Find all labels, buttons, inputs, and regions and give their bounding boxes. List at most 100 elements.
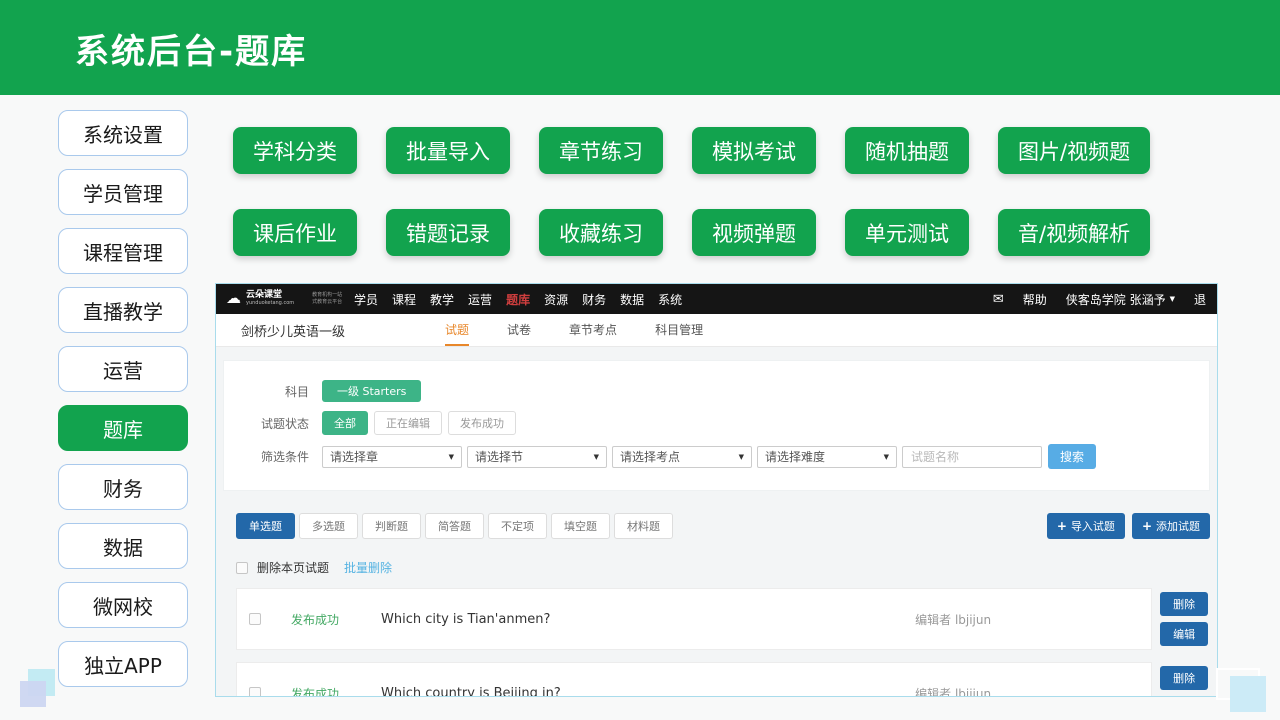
status-all-button[interactable]: 全部	[322, 411, 368, 435]
sidebar-item-data[interactable]: 数据	[58, 523, 188, 569]
feature-random-questions[interactable]: 随机抽题	[845, 127, 969, 174]
nav-item-operations[interactable]: 运营	[468, 291, 492, 308]
feature-homework[interactable]: 课后作业	[233, 209, 357, 256]
filter-panel: 科目 一级 Starters 试题状态 全部 正在编辑 发布成功 筛选条件 请选…	[223, 360, 1210, 491]
messages-envelope-icon[interactable]: ✉	[993, 292, 1004, 307]
status-editing-button[interactable]: 正在编辑	[374, 411, 442, 435]
sidebar-item-finance[interactable]: 财务	[58, 464, 188, 510]
feature-video-popup-questions[interactable]: 视频弹题	[692, 209, 816, 256]
question-name-input[interactable]	[902, 446, 1042, 468]
feature-wrong-question-record[interactable]: 错题记录	[386, 209, 510, 256]
qtype-fill-blank[interactable]: 填空题	[551, 513, 610, 539]
tab-chapter-points[interactable]: 章节考点	[569, 314, 617, 346]
batch-delete-link[interactable]: 批量删除	[344, 559, 392, 576]
question-actions: + 导入试题 + 添加试题	[1047, 513, 1210, 539]
feature-favorite-practice[interactable]: 收藏练习	[539, 209, 663, 256]
sidebar-item-live-teaching[interactable]: 直播教学	[58, 287, 188, 333]
search-button[interactable]: 搜索	[1048, 444, 1096, 469]
status-badge: 发布成功	[291, 685, 339, 698]
chevron-down-icon: ▼	[884, 453, 889, 461]
feature-batch-import[interactable]: 批量导入	[386, 127, 510, 174]
question-type-row: 单选题 多选题 判断题 简答题 不定项 填空题 材料题 + 导入试题 + 添加试…	[223, 513, 1210, 539]
nav-item-question-bank[interactable]: 题库	[506, 291, 530, 308]
sidebar-item-student-management[interactable]: 学员管理	[58, 169, 188, 215]
sidebar-item-question-bank[interactable]: 题库	[58, 405, 188, 451]
sidebar-item-standalone-app[interactable]: 独立APP	[58, 641, 188, 687]
nav-item-students[interactable]: 学员	[354, 291, 378, 308]
feature-mock-exam[interactable]: 模拟考试	[692, 127, 816, 174]
feature-chapter-practice[interactable]: 章节练习	[539, 127, 663, 174]
page-title: 系统后台-题库	[75, 24, 307, 73]
delete-page-label: 删除本页试题	[257, 559, 329, 576]
question-editor: 编辑者 lbjijun	[915, 611, 991, 628]
feature-unit-test[interactable]: 单元测试	[845, 209, 969, 256]
app-top-nav: ☁ 云朵课堂 yunduoketang.com 教育机构一站 式教育云平台 学员…	[216, 284, 1217, 314]
sidebar: 系统设置 学员管理 课程管理 直播教学 运营 题库 财务 数据 微网校 独立AP…	[58, 110, 188, 700]
nav-item-courses[interactable]: 课程	[392, 291, 416, 308]
nav-item-resources[interactable]: 资源	[544, 291, 568, 308]
tab-questions[interactable]: 试题	[445, 314, 469, 346]
subject-label: 科目	[224, 383, 309, 400]
import-questions-button[interactable]: + 导入试题	[1047, 513, 1125, 539]
edit-button[interactable]: 编辑	[1160, 622, 1208, 646]
app-body: 科目 一级 Starters 试题状态 全部 正在编辑 发布成功 筛选条件 请选…	[216, 347, 1217, 697]
feature-buttons: 学科分类 批量导入 章节练习 模拟考试 随机抽题 图片/视频题 课后作业 错题记…	[233, 127, 1223, 256]
nav-item-data[interactable]: 数据	[620, 291, 644, 308]
qtype-single-choice[interactable]: 单选题	[236, 513, 295, 539]
sidebar-item-course-management[interactable]: 课程管理	[58, 228, 188, 274]
add-question-button[interactable]: + 添加试题	[1132, 513, 1210, 539]
sidebar-item-operations[interactable]: 运营	[58, 346, 188, 392]
nav-item-teaching[interactable]: 教学	[430, 291, 454, 308]
logout-link[interactable]: 退出	[1194, 291, 1207, 308]
chapter-select[interactable]: 请选择章 ▼	[322, 446, 462, 468]
delete-button[interactable]: 删除	[1160, 592, 1208, 616]
user-menu[interactable]: 侠客岛学院 张涵予 ▼	[1066, 291, 1175, 308]
chevron-down-icon: ▼	[449, 453, 454, 461]
condition-label: 筛选条件	[224, 448, 309, 465]
cloud-logo-icon: ☁	[226, 291, 241, 306]
status-published-button[interactable]: 发布成功	[448, 411, 516, 435]
filter-row-status: 试题状态 全部 正在编辑 发布成功	[224, 411, 1209, 435]
tab-papers[interactable]: 试卷	[507, 314, 531, 346]
status-badge: 发布成功	[291, 611, 339, 628]
section-select[interactable]: 请选择节 ▼	[467, 446, 607, 468]
question-card: 发布成功 Which country is Beijing in? 编辑者 lb…	[236, 662, 1152, 697]
feature-audio-video-analysis[interactable]: 音/视频解析	[998, 209, 1150, 256]
chevron-down-icon: ▼	[739, 453, 744, 461]
qtype-material[interactable]: 材料题	[614, 513, 673, 539]
row-action-buttons: 删除 编辑	[1152, 588, 1210, 650]
logo-slogan-line1: 教育机构一站	[312, 292, 342, 298]
feature-row-1: 学科分类 批量导入 章节练习 模拟考试 随机抽题 图片/视频题	[233, 127, 1223, 174]
sidebar-item-system-settings[interactable]: 系统设置	[58, 110, 188, 156]
nav-item-system[interactable]: 系统	[658, 291, 682, 308]
app-subnav: 剑桥少儿英语一级 试题 试卷 章节考点 科目管理	[216, 314, 1217, 347]
question-editor: 编辑者 lbjijun	[915, 685, 991, 698]
edit-button[interactable]: 编辑	[1160, 696, 1208, 697]
course-name: 剑桥少儿英语一级	[241, 321, 345, 340]
difficulty-select[interactable]: 请选择难度 ▼	[757, 446, 897, 468]
qtype-true-false[interactable]: 判断题	[362, 513, 421, 539]
logo-slogan: 教育机构一站 式教育云平台	[312, 292, 342, 305]
decor-square	[20, 681, 46, 707]
subject-tag-level1-starters[interactable]: 一级 Starters	[322, 380, 421, 402]
nav-item-finance[interactable]: 财务	[582, 291, 606, 308]
question-checkbox[interactable]	[249, 613, 261, 625]
qtype-multiple-choice[interactable]: 多选题	[299, 513, 358, 539]
qtype-short-answer[interactable]: 简答题	[425, 513, 484, 539]
feature-image-video-questions[interactable]: 图片/视频题	[998, 127, 1150, 174]
tab-subject-management[interactable]: 科目管理	[655, 314, 703, 346]
question-checkbox[interactable]	[249, 687, 261, 697]
select-all-checkbox[interactable]	[236, 562, 248, 574]
logo-text: 云朵课堂 yunduoketang.com	[246, 291, 294, 306]
app-screenshot: ☁ 云朵课堂 yunduoketang.com 教育机构一站 式教育云平台 学员…	[215, 283, 1218, 697]
exam-point-select[interactable]: 请选择考点 ▼	[612, 446, 752, 468]
qtype-indefinite[interactable]: 不定项	[488, 513, 547, 539]
help-link[interactable]: 帮助	[1023, 291, 1047, 308]
sidebar-item-micro-school[interactable]: 微网校	[58, 582, 188, 628]
question-text: Which country is Beijing in?	[381, 686, 561, 698]
question-type-tabs: 单选题 多选题 判断题 简答题 不定项 填空题 材料题	[236, 513, 673, 539]
filter-row-subject: 科目 一级 Starters	[224, 380, 1209, 402]
question-text: Which city is Tian'anmen?	[381, 612, 550, 627]
delete-button[interactable]: 删除	[1160, 666, 1208, 690]
feature-subject-classification[interactable]: 学科分类	[233, 127, 357, 174]
